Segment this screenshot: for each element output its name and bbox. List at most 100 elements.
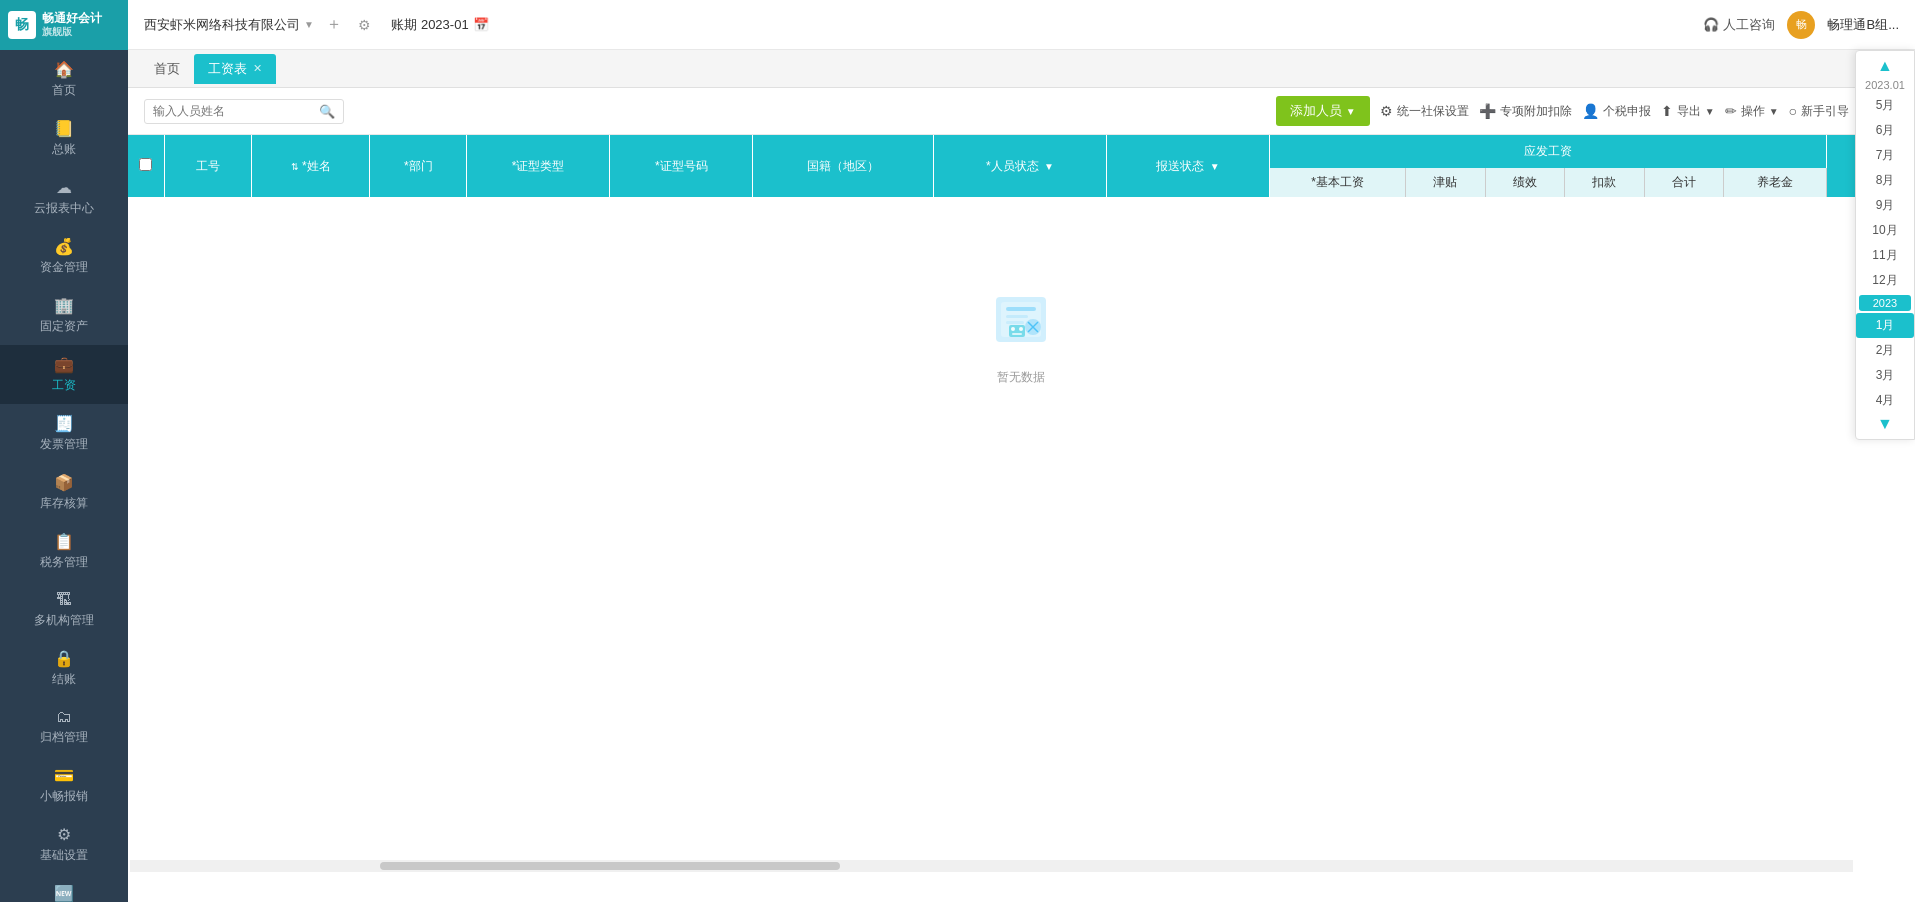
service-label: 人工咨询 — [1723, 16, 1775, 34]
date-month-5[interactable]: 5月 — [1856, 93, 1914, 118]
date-month-7[interactable]: 7月 — [1856, 143, 1914, 168]
archive-icon: 🗂 — [56, 708, 72, 726]
headset-icon: 🎧 — [1703, 17, 1719, 32]
th-deduction-label: 扣款 — [1592, 175, 1616, 189]
sidebar-item-tax[interactable]: 📋 税务管理 — [0, 522, 128, 581]
username[interactable]: 畅理通B组... — [1827, 16, 1899, 34]
date-panel-period: 2023.01 — [1865, 77, 1905, 93]
search-input[interactable] — [153, 104, 313, 118]
sidebar-item-inventory-label: 库存核算 — [40, 495, 88, 512]
guide-icon: 🆕 — [54, 884, 74, 902]
calendar-icon[interactable]: 📅 — [473, 17, 489, 32]
invoice-icon: 🧾 — [54, 414, 74, 433]
tab-home[interactable]: 首页 — [140, 54, 194, 84]
date-month-1[interactable]: 1月 — [1856, 313, 1914, 338]
sidebar-item-settings[interactable]: ⚙ 基础设置 — [0, 815, 128, 874]
sidebar-item-fund-label: 资金管理 — [40, 259, 88, 276]
sidebar-item-settings-label: 基础设置 — [40, 847, 88, 864]
th-num-label: 工号 — [196, 159, 220, 173]
svg-point-10 — [1019, 327, 1023, 331]
th-total-label: 合计 — [1672, 175, 1696, 189]
personal-tax-icon: 👤 — [1582, 103, 1599, 119]
sidebar-item-fund[interactable]: 💰 资金管理 — [0, 227, 128, 286]
personal-tax-action[interactable]: 👤 个税申报 — [1582, 103, 1651, 120]
avatar: 畅 — [1787, 11, 1815, 39]
sidebar-item-salary-label: 工资 — [52, 377, 76, 394]
inventory-icon: 📦 — [54, 473, 74, 492]
date-month-2[interactable]: 2月 — [1856, 338, 1914, 363]
date-month-8[interactable]: 8月 — [1856, 168, 1914, 193]
sidebar-item-cloud[interactable]: ☁ 云报表中心 — [0, 168, 128, 227]
sidebar-item-expense[interactable]: 💳 小畅报销 — [0, 756, 128, 815]
logo-name: 畅通好会计 — [42, 11, 102, 25]
date-month-6[interactable]: 6月 — [1856, 118, 1914, 143]
sidebar-item-multi[interactable]: 🏗 多机构管理 — [0, 581, 128, 639]
topbar-right: 🎧 人工咨询 畅 畅理通B组... — [1703, 11, 1899, 39]
svg-rect-2 — [1006, 307, 1036, 311]
sidebar-item-inventory[interactable]: 📦 库存核算 — [0, 463, 128, 522]
sidebar-item-close[interactable]: 🔒 结账 — [0, 639, 128, 698]
company-dropdown-icon: ▼ — [304, 19, 314, 30]
tab-home-label: 首页 — [154, 60, 180, 78]
add-person-button[interactable]: 添加人员 ▼ — [1276, 96, 1370, 126]
date-month-10[interactable]: 10月 — [1856, 218, 1914, 243]
sidebar-item-ledger-label: 总账 — [52, 141, 76, 158]
add-company-button[interactable]: ＋ — [322, 14, 346, 35]
select-all-checkbox[interactable] — [139, 158, 152, 171]
th-cert-no-label: *证型号码 — [655, 159, 708, 173]
add-person-label: 添加人员 — [1290, 102, 1342, 120]
tab-salary-table-label: 工资表 — [208, 60, 247, 78]
search-icon: 🔍 — [319, 104, 335, 119]
sidebar-item-guide[interactable]: 🆕 新手引导 — [0, 874, 128, 902]
th-performance-label: 绩效 — [1513, 175, 1537, 189]
date-month-4[interactable]: 4月 — [1856, 388, 1914, 413]
guide-toolbar-icon: ○ — [1789, 103, 1797, 119]
th-person-status-label: *人员状态 — [986, 159, 1039, 173]
period-value: 2023-01 — [421, 17, 469, 32]
operation-action[interactable]: ✏ 操作 ▼ — [1725, 103, 1779, 120]
date-month-9[interactable]: 9月 — [1856, 193, 1914, 218]
sidebar-item-home[interactable]: 🏠 首页 — [0, 50, 128, 109]
tab-salary-table[interactable]: 工资表 ✕ — [194, 54, 276, 84]
sidebar-item-salary[interactable]: 💼 工资 — [0, 345, 128, 404]
th-total: 合计 — [1644, 168, 1724, 197]
social-settings-label: 统一社保设置 — [1397, 103, 1469, 120]
topbar: 西安虾米网络科技有限公司 ▼ ＋ ⚙ 账期 2023-01 📅 🎧 人工咨询 畅… — [128, 0, 1915, 50]
th-checkbox[interactable] — [128, 135, 164, 197]
person-status-filter-icon[interactable]: ▼ — [1044, 161, 1054, 172]
date-month-12[interactable]: 12月 — [1856, 268, 1914, 293]
date-month-11[interactable]: 11月 — [1856, 243, 1914, 268]
company-selector[interactable]: 西安虾米网络科技有限公司 ▼ — [144, 16, 314, 34]
search-box[interactable]: 🔍 — [144, 99, 344, 124]
personal-tax-label: 个税申报 — [1603, 103, 1651, 120]
report-status-filter-icon[interactable]: ▼ — [1210, 161, 1220, 172]
home-icon: 🏠 — [54, 60, 74, 79]
th-person-status: *人员状态 ▼ — [933, 135, 1106, 197]
special-deduct-action[interactable]: ➕ 专项附加扣除 — [1479, 103, 1572, 120]
th-region-label: 国籍（地区） — [807, 159, 879, 173]
sidebar-nav: 🏠 首页 📒 总账 ☁ 云报表中心 💰 资金管理 🏢 固定资产 💼 工资 🧾 发… — [0, 50, 128, 902]
export-arrow-icon: ▼ — [1705, 106, 1715, 117]
sidebar-item-asset[interactable]: 🏢 固定资产 — [0, 286, 128, 345]
sidebar-item-tax-label: 税务管理 — [40, 554, 88, 571]
th-base-salary: *基本工资 — [1270, 168, 1405, 197]
period-selector: 账期 2023-01 📅 — [391, 16, 489, 34]
settings-button[interactable]: ⚙ — [354, 17, 375, 33]
sidebar-item-ledger[interactable]: 📒 总账 — [0, 109, 128, 168]
th-name-label: *姓名 — [302, 159, 331, 173]
sidebar-item-invoice[interactable]: 🧾 发票管理 — [0, 404, 128, 463]
operation-arrow-icon: ▼ — [1769, 106, 1779, 117]
date-panel-scroll-up[interactable]: ▲ — [1875, 55, 1895, 77]
cloud-icon: ☁ — [56, 178, 72, 197]
export-action[interactable]: ⬆ 导出 ▼ — [1661, 103, 1715, 120]
sidebar-item-archive[interactable]: 🗂 归档管理 — [0, 698, 128, 756]
tab-close-icon[interactable]: ✕ — [253, 62, 262, 75]
empty-state-text: 暂无数据 — [997, 369, 1045, 386]
export-icon: ⬆ — [1661, 103, 1673, 119]
date-month-3[interactable]: 3月 — [1856, 363, 1914, 388]
svg-rect-8 — [1009, 325, 1025, 337]
date-panel-scroll-down[interactable]: ▼ — [1875, 413, 1895, 435]
social-settings-action[interactable]: ⚙ 统一社保设置 — [1380, 103, 1469, 120]
guide-action[interactable]: ○ 新手引导 — [1789, 103, 1849, 120]
service-button[interactable]: 🎧 人工咨询 — [1703, 16, 1775, 34]
